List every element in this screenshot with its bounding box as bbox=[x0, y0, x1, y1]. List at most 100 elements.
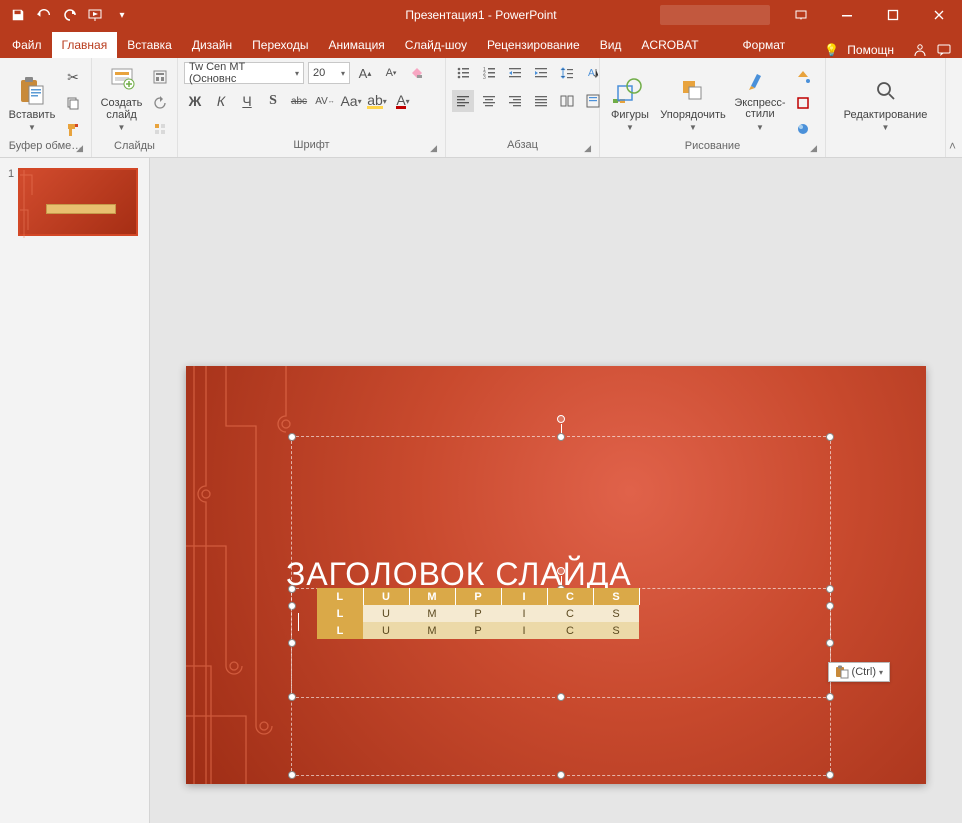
tell-me-icon[interactable]: 💡 bbox=[824, 43, 839, 57]
maximize-button[interactable] bbox=[870, 0, 916, 30]
tab-review[interactable]: Рецензирование bbox=[477, 32, 590, 58]
shape-outline-icon[interactable] bbox=[792, 92, 814, 114]
copy-icon[interactable] bbox=[62, 92, 84, 114]
tab-transitions[interactable]: Переходы bbox=[242, 32, 318, 58]
group-clipboard: Вставить ▼ ✂ Буфер обме…◢ bbox=[0, 58, 92, 157]
shapes-button[interactable]: Фигуры▼ bbox=[606, 62, 654, 132]
minimize-button[interactable] bbox=[824, 0, 870, 30]
dialog-launcher-icon[interactable]: ◢ bbox=[430, 143, 437, 154]
resize-handle[interactable] bbox=[557, 693, 565, 701]
resize-handle[interactable] bbox=[288, 771, 296, 779]
slideshow-from-start-icon[interactable] bbox=[88, 7, 104, 23]
change-case-button[interactable]: Aa▾ bbox=[340, 90, 362, 112]
new-slide-button[interactable]: Создать слайд ▼ bbox=[98, 62, 145, 132]
columns-icon[interactable] bbox=[556, 90, 578, 112]
comments-icon[interactable] bbox=[936, 42, 952, 58]
tab-file[interactable]: Файл bbox=[2, 32, 52, 58]
resize-handle[interactable] bbox=[288, 639, 296, 647]
group-label-font: Шрифт◢ bbox=[184, 139, 439, 155]
paste-options-label: (Ctrl) bbox=[852, 666, 876, 678]
highlight-color-button[interactable]: ab▾ bbox=[366, 90, 388, 112]
resize-handle[interactable] bbox=[288, 585, 296, 593]
increase-font-icon[interactable]: A▴ bbox=[354, 62, 376, 84]
slide-canvas[interactable]: ЗАГОЛОВОК СЛАЙДА bbox=[186, 366, 926, 784]
dialog-launcher-icon[interactable]: ◢ bbox=[76, 143, 83, 154]
thumbnail-item[interactable]: 1 bbox=[8, 168, 141, 236]
decrease-indent-icon[interactable] bbox=[504, 62, 526, 84]
ribbon-options-icon[interactable] bbox=[778, 0, 824, 30]
align-left-icon[interactable] bbox=[452, 90, 474, 112]
tab-design[interactable]: Дизайн bbox=[182, 32, 242, 58]
increase-indent-icon[interactable] bbox=[530, 62, 552, 84]
shape-effects-icon[interactable] bbox=[792, 118, 814, 140]
cut-icon[interactable]: ✂ bbox=[62, 66, 84, 88]
tab-animation[interactable]: Анимация bbox=[318, 32, 394, 58]
resize-handle[interactable] bbox=[826, 771, 834, 779]
tab-slideshow[interactable]: Слайд-шоу bbox=[395, 32, 477, 58]
resize-handle[interactable] bbox=[557, 771, 565, 779]
share-icon[interactable] bbox=[912, 42, 928, 58]
thumbnail-pane[interactable]: 1 bbox=[0, 158, 150, 823]
shadow-button[interactable]: S bbox=[262, 90, 284, 112]
resize-handle[interactable] bbox=[288, 433, 296, 441]
undo-icon[interactable] bbox=[36, 7, 52, 23]
section-icon[interactable] bbox=[149, 118, 171, 140]
tell-me-label[interactable]: Помощн bbox=[847, 43, 894, 57]
title-right bbox=[660, 0, 962, 30]
dialog-launcher-icon[interactable]: ◢ bbox=[584, 143, 591, 154]
reset-icon[interactable] bbox=[149, 92, 171, 114]
resize-handle[interactable] bbox=[826, 433, 834, 441]
tab-home[interactable]: Главная bbox=[52, 32, 118, 58]
quick-styles-button[interactable]: Экспресс- стили▼ bbox=[732, 62, 788, 132]
dialog-launcher-icon[interactable]: ◢ bbox=[810, 143, 817, 154]
arrange-label: Упорядочить bbox=[660, 109, 725, 121]
bold-button[interactable]: Ж bbox=[184, 90, 206, 112]
group-drawing: Фигуры▼ Упорядочить▼ Экспресс- стили▼ Ри… bbox=[600, 58, 826, 157]
customize-qat-icon[interactable]: ▾ bbox=[114, 7, 130, 23]
bullets-icon[interactable] bbox=[452, 62, 474, 84]
align-right-icon[interactable] bbox=[504, 90, 526, 112]
rotate-handle[interactable] bbox=[557, 567, 565, 575]
layout-icon[interactable] bbox=[149, 66, 171, 88]
font-name-combo[interactable]: Tw Cen MT (Основнс▾ bbox=[184, 62, 304, 84]
rotate-handle[interactable] bbox=[557, 415, 565, 423]
tab-view[interactable]: Вид bbox=[590, 32, 632, 58]
numbering-icon[interactable]: 123 bbox=[478, 62, 500, 84]
font-size-combo[interactable]: 20▾ bbox=[308, 62, 350, 84]
collapse-ribbon-icon[interactable]: ˄ bbox=[949, 139, 956, 153]
clear-formatting-icon[interactable] bbox=[406, 62, 428, 84]
underline-button[interactable]: Ч bbox=[236, 90, 258, 112]
decrease-font-icon[interactable]: A▾ bbox=[380, 62, 402, 84]
resize-handle[interactable] bbox=[826, 639, 834, 647]
slide-editor[interactable]: ЗАГОЛОВОК СЛАЙДА bbox=[150, 158, 962, 823]
account-placeholder[interactable] bbox=[660, 5, 770, 25]
font-color-button[interactable]: A▾ bbox=[392, 90, 414, 112]
chevron-down-icon: ▼ bbox=[118, 123, 126, 132]
paste-button[interactable]: Вставить ▼ bbox=[6, 62, 58, 132]
resize-handle[interactable] bbox=[288, 693, 296, 701]
resize-handle[interactable] bbox=[557, 433, 565, 441]
tab-acrobat[interactable]: ACROBAT bbox=[631, 32, 708, 58]
group-label-clipboard: Буфер обме…◢ bbox=[6, 140, 85, 155]
new-slide-label: Создать слайд bbox=[101, 97, 143, 121]
arrange-button[interactable]: Упорядочить▼ bbox=[658, 62, 728, 132]
char-spacing-button[interactable]: AV↔ bbox=[314, 90, 336, 112]
resize-handle[interactable] bbox=[826, 585, 834, 593]
close-button[interactable] bbox=[916, 0, 962, 30]
format-painter-icon[interactable] bbox=[62, 118, 84, 140]
strike-button[interactable]: abc bbox=[288, 90, 310, 112]
redo-icon[interactable] bbox=[62, 7, 78, 23]
save-icon[interactable] bbox=[10, 7, 26, 23]
italic-button[interactable]: К bbox=[210, 90, 232, 112]
shape-fill-icon[interactable] bbox=[792, 66, 814, 88]
tab-insert[interactable]: Вставка bbox=[117, 32, 182, 58]
line-spacing-icon[interactable] bbox=[556, 62, 578, 84]
tab-format[interactable]: Формат bbox=[733, 32, 796, 58]
thumbnail-preview[interactable] bbox=[18, 168, 138, 236]
editing-button[interactable]: Редактирование▼ bbox=[836, 62, 936, 132]
paste-options-button[interactable]: (Ctrl) ▾ bbox=[828, 662, 890, 682]
align-center-icon[interactable] bbox=[478, 90, 500, 112]
justify-icon[interactable] bbox=[530, 90, 552, 112]
resize-handle[interactable] bbox=[826, 693, 834, 701]
pasted-table[interactable]: LUMPICS LUMPICS LUMPICS bbox=[317, 588, 640, 639]
